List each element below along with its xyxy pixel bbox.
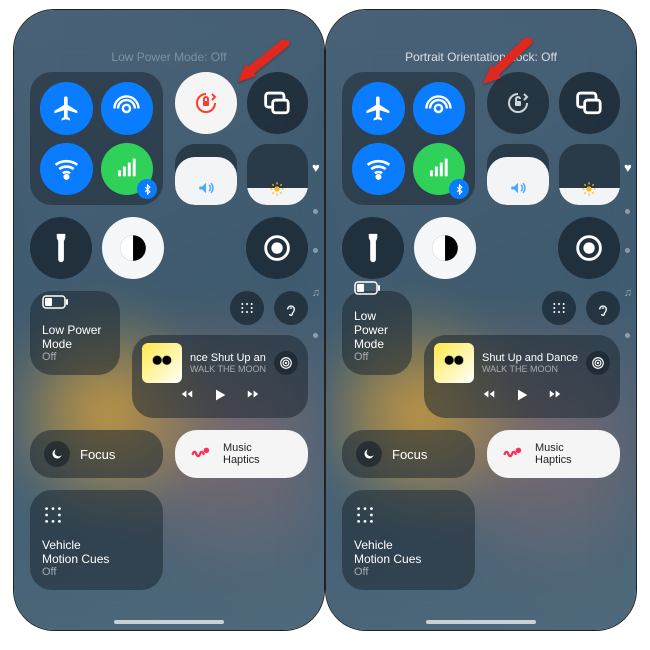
airplay-audio-button[interactable]	[586, 351, 610, 375]
cellular-bluetooth[interactable]	[413, 143, 466, 196]
brightness-slider[interactable]	[559, 144, 621, 206]
lpm-title: Low Power Mode	[42, 323, 108, 351]
wifi-toggle[interactable]	[352, 143, 405, 196]
now-playing-tile[interactable]: Shut Up and Dance WALK THE MOON	[424, 335, 620, 418]
vmc-sub: Off	[42, 566, 151, 578]
favorites-page-icon: ♥	[624, 160, 632, 175]
bluetooth-badge	[449, 179, 469, 199]
low-power-mode-tile[interactable]: Low Power Mode Off	[342, 291, 412, 375]
focus-label: Focus	[392, 447, 427, 462]
vehicle-motion-cues-tile[interactable]: Vehicle Motion Cues Off	[30, 490, 163, 590]
airplay-audio-button[interactable]	[274, 351, 298, 375]
moon-icon	[356, 441, 382, 467]
low-power-mode-tile[interactable]: Low Power Mode Off	[30, 291, 120, 375]
connectivity-group[interactable]	[30, 72, 163, 205]
music-page-icon: ♫	[624, 287, 632, 299]
annotation-arrow	[473, 38, 533, 98]
airplane-toggle[interactable]	[40, 82, 93, 135]
brightness-icon	[559, 181, 621, 197]
np-artist: WALK THE MOON	[190, 364, 266, 374]
airdrop-toggle[interactable]	[413, 82, 466, 135]
favorites-page-icon: ♥	[312, 160, 320, 175]
brightness-icon	[247, 181, 309, 197]
airdrop-toggle[interactable]	[101, 82, 154, 135]
np-artist: WALK THE MOON	[482, 364, 578, 374]
focus-tile[interactable]: Focus	[30, 430, 163, 478]
now-playing-tile[interactable]: nce Shut Up an WALK THE MOON	[132, 335, 308, 418]
bluetooth-badge	[137, 179, 157, 199]
vmc-icon	[42, 504, 151, 528]
focus-label: Focus	[80, 447, 115, 462]
flashlight-button[interactable]	[342, 217, 404, 279]
battery-icon	[42, 294, 108, 315]
volume-icon	[175, 179, 237, 197]
vehicle-motion-cues-tile[interactable]: Vehicle Motion Cues Off	[342, 490, 475, 590]
lpm-sub: Off	[42, 351, 108, 363]
background-sounds-button[interactable]	[230, 291, 264, 325]
orientation-lock-button[interactable]	[175, 72, 237, 134]
lpm-sub: Off	[354, 351, 400, 363]
prev-button[interactable]	[480, 387, 498, 408]
brightness-slider[interactable]	[247, 144, 309, 206]
focus-tile[interactable]: Focus	[342, 430, 475, 478]
haptics-icon	[187, 441, 213, 467]
vmc-icon	[354, 504, 463, 528]
haptics-icon	[499, 441, 525, 467]
annotation-arrow	[230, 40, 290, 95]
lpm-title: Low Power Mode	[354, 309, 400, 351]
np-title: Shut Up and Dance	[482, 352, 578, 364]
home-indicator[interactable]	[114, 620, 224, 624]
wifi-toggle[interactable]	[40, 143, 93, 196]
cellular-bluetooth[interactable]	[101, 143, 154, 196]
dark-mode-button[interactable]	[414, 217, 476, 279]
hearing-button[interactable]	[586, 291, 620, 325]
connectivity-group[interactable]	[342, 72, 475, 205]
phone-left: Low Power Mode: Off	[14, 10, 324, 630]
vmc-sub: Off	[354, 566, 463, 578]
screen-record-button[interactable]	[558, 217, 620, 279]
airplane-toggle[interactable]	[352, 82, 405, 135]
volume-icon	[487, 179, 549, 197]
album-art	[434, 343, 474, 383]
next-button[interactable]	[546, 387, 564, 408]
prev-button[interactable]	[178, 387, 196, 408]
page-indicator[interactable]: ♥ ♫	[624, 160, 632, 338]
music-page-icon: ♫	[312, 287, 320, 299]
haptics-label: Music Haptics	[535, 442, 572, 466]
moon-icon	[44, 441, 70, 467]
dark-mode-button[interactable]	[102, 217, 164, 279]
hearing-button[interactable]	[274, 291, 308, 325]
battery-icon	[354, 280, 400, 301]
np-title: nce Shut Up an	[190, 352, 266, 364]
volume-slider[interactable]	[175, 144, 237, 206]
screen-mirroring-button[interactable]	[559, 72, 621, 134]
music-haptics-tile[interactable]: Music Haptics	[487, 430, 620, 478]
screen-record-button[interactable]	[246, 217, 308, 279]
home-indicator[interactable]	[426, 620, 536, 624]
flashlight-button[interactable]	[30, 217, 92, 279]
next-button[interactable]	[244, 387, 262, 408]
music-haptics-tile[interactable]: Music Haptics	[175, 430, 308, 478]
background-sounds-button[interactable]	[542, 291, 576, 325]
vmc-title: Vehicle Motion Cues	[42, 538, 151, 566]
play-button[interactable]	[514, 387, 530, 408]
phone-right: Portrait Orientation Lock: Off	[326, 10, 636, 630]
page-indicator[interactable]: ♥ ♫	[312, 160, 320, 338]
album-art	[142, 343, 182, 383]
haptics-label: Music Haptics	[223, 442, 260, 466]
vmc-title: Vehicle Motion Cues	[354, 538, 463, 566]
volume-slider[interactable]	[487, 144, 549, 206]
play-button[interactable]	[212, 387, 228, 408]
